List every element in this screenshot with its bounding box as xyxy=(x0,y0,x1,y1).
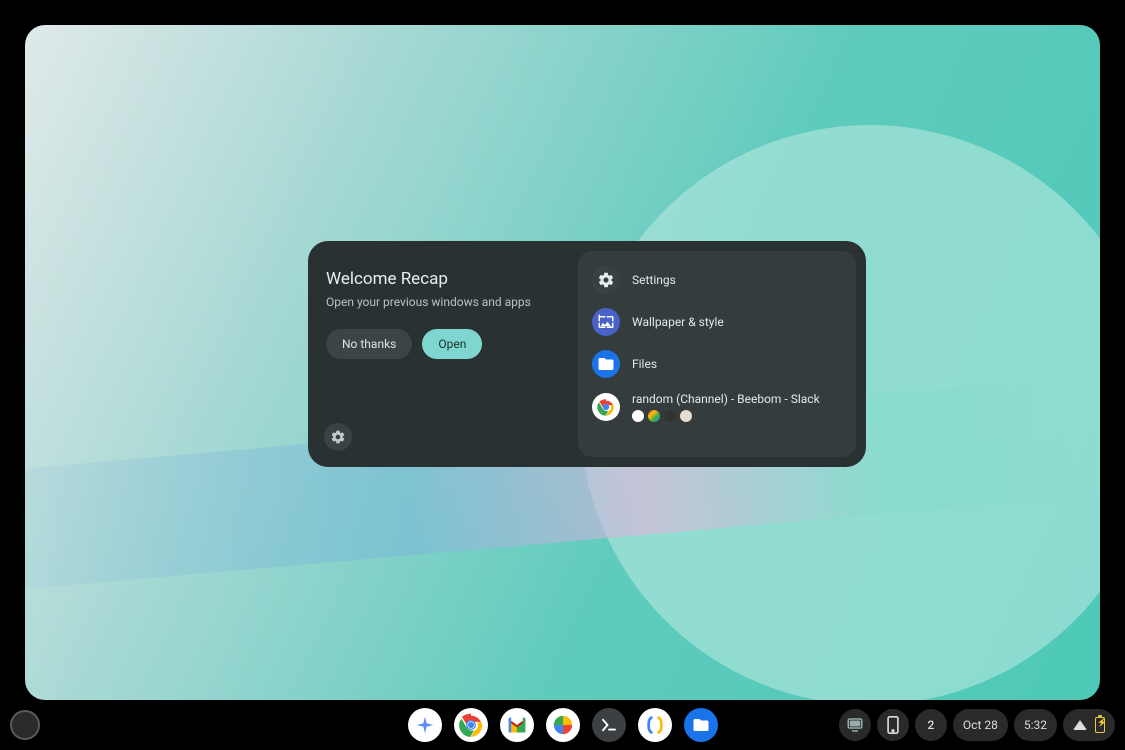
overview-icon xyxy=(846,716,864,734)
chrome-icon xyxy=(456,710,486,740)
no-thanks-button[interactable]: No thanks xyxy=(326,329,412,359)
gemini-icon xyxy=(415,715,435,735)
folder-icon xyxy=(592,350,620,378)
app-row-chrome-window[interactable]: random (Channel) - Beebom - Slack xyxy=(586,385,848,429)
settings-icon xyxy=(592,266,620,294)
app-row-wallpaper[interactable]: Wallpaper & style xyxy=(586,301,848,343)
favicon xyxy=(648,410,660,422)
shelf-app-gemini[interactable] xyxy=(408,708,442,742)
app-label-group: random (Channel) - Beebom - Slack xyxy=(632,392,820,422)
shelf-app-terminal[interactable] xyxy=(592,708,626,742)
recap-settings-button[interactable] xyxy=(324,423,352,451)
folder-icon xyxy=(692,716,710,734)
shelf-app-files[interactable] xyxy=(684,708,718,742)
app-label: random (Channel) - Beebom - Slack xyxy=(632,392,820,406)
tray-status-area[interactable] xyxy=(1063,709,1115,741)
wallpaper-icon xyxy=(592,308,620,336)
open-button[interactable]: Open xyxy=(422,329,482,359)
notification-count: 2 xyxy=(928,718,935,732)
wifi-icon xyxy=(1073,720,1087,730)
app-label: Wallpaper & style xyxy=(632,315,724,329)
launcher-button[interactable] xyxy=(10,710,40,740)
shelf-app-chrome[interactable] xyxy=(454,708,488,742)
recap-buttons: No thanks Open xyxy=(326,329,570,359)
phone-icon xyxy=(887,716,899,734)
favicon xyxy=(632,410,644,422)
photos-icon xyxy=(552,714,574,736)
terminal-icon xyxy=(600,716,618,734)
tray-date[interactable]: Oct 28 xyxy=(953,709,1008,741)
favicon xyxy=(680,410,692,422)
favicon xyxy=(664,410,676,422)
tray-overview-button[interactable] xyxy=(839,709,871,741)
tray-notifications-button[interactable]: 2 xyxy=(915,709,947,741)
tab-favicons xyxy=(632,410,820,422)
recap-subtitle: Open your previous windows and apps xyxy=(326,295,570,309)
tray-time[interactable]: 5:32 xyxy=(1014,709,1057,741)
battery-icon xyxy=(1095,717,1105,733)
shelf-app-gmail[interactable] xyxy=(500,708,534,742)
gmail-icon xyxy=(507,717,527,733)
shelf-app-idx[interactable] xyxy=(638,708,672,742)
shelf-apps xyxy=(408,708,718,742)
shelf: 2 Oct 28 5:32 xyxy=(0,700,1125,750)
recap-app-list: Settings Wallpaper & style Files xyxy=(578,251,856,457)
chrome-icon xyxy=(592,393,620,421)
shelf-app-photos[interactable] xyxy=(546,708,580,742)
app-label: Files xyxy=(632,357,657,371)
idx-icon xyxy=(644,714,666,736)
tray-phone-hub-button[interactable] xyxy=(877,709,909,741)
app-row-settings[interactable]: Settings xyxy=(586,259,848,301)
app-row-files[interactable]: Files xyxy=(586,343,848,385)
desktop-wallpaper: Welcome Recap Open your previous windows… xyxy=(25,25,1100,700)
recap-left-panel: Welcome Recap Open your previous windows… xyxy=(318,251,578,457)
app-label: Settings xyxy=(632,273,676,287)
system-tray: 2 Oct 28 5:32 xyxy=(839,709,1115,741)
welcome-recap-modal: Welcome Recap Open your previous windows… xyxy=(308,241,866,467)
gear-icon xyxy=(330,429,346,445)
recap-title: Welcome Recap xyxy=(326,269,570,289)
